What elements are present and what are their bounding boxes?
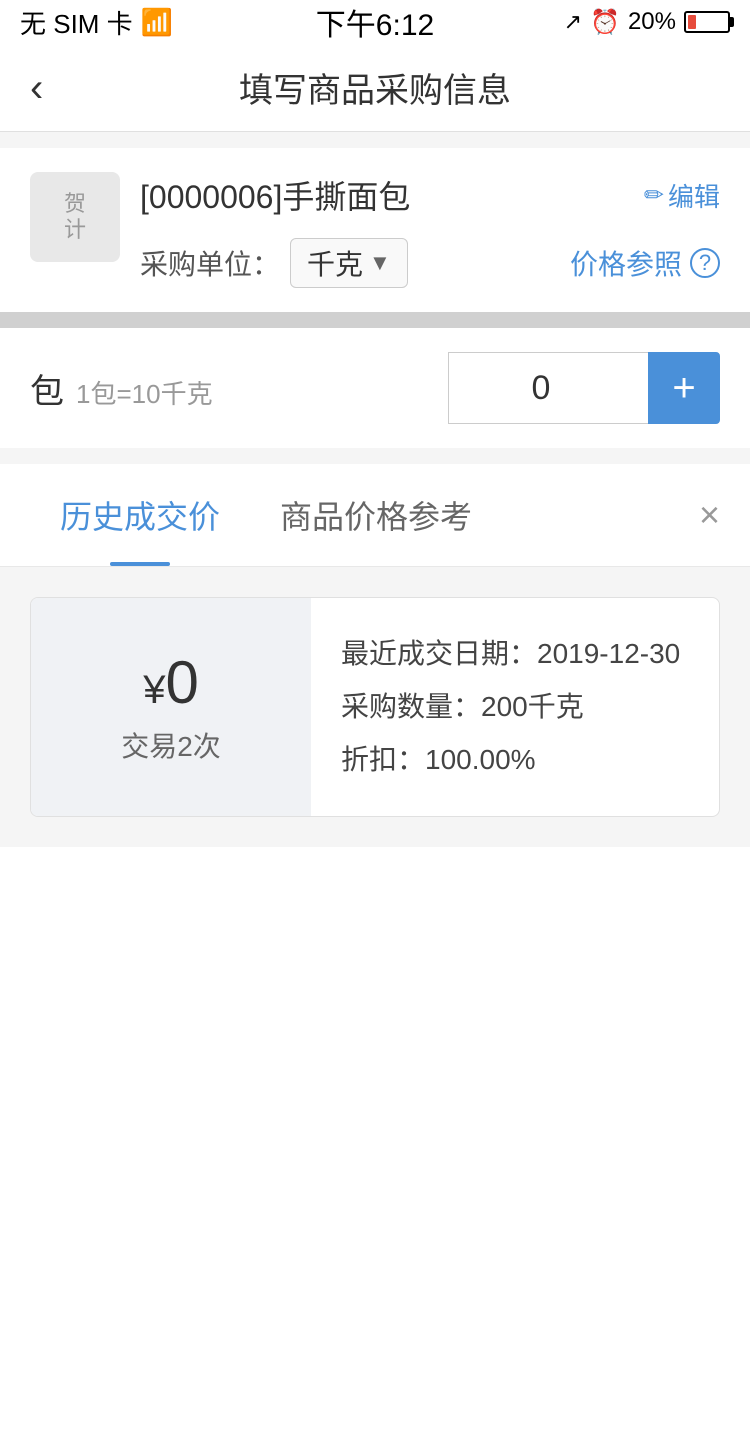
product-id: [0000006] — [140, 179, 282, 215]
tab-price-ref-label: 商品价格参考 — [280, 499, 472, 535]
unit-select[interactable]: 千克 ▼ — [290, 238, 408, 288]
location-icon: ↗ — [564, 9, 582, 35]
status-time: 下午6:12 — [316, 0, 434, 44]
purchase-qty-item: 采购数量：200千克 — [341, 687, 689, 726]
trade-count: 交易2次 — [121, 725, 221, 765]
help-icon: ? — [690, 248, 720, 278]
status-left: 无 SIM 卡 📶 — [20, 4, 173, 41]
price-ref-label: 价格参照 — [570, 243, 682, 283]
product-card: 贺 计 [0000006]手撕面包 ✏ 编辑 采购单位： 千克 ▼ — [0, 148, 750, 312]
product-name: [0000006]手撕面包 — [140, 172, 410, 218]
price-value: 0 — [165, 649, 198, 716]
logo-text: 贺 计 — [64, 191, 86, 244]
wifi-icon: 📶 — [141, 7, 173, 38]
product-title: 手撕面包 — [282, 179, 410, 215]
edit-button[interactable]: ✏ 编辑 — [644, 177, 720, 214]
quantity-input[interactable] — [448, 352, 648, 424]
discount-item: 折扣：100.00% — [341, 740, 689, 779]
tab-price-ref[interactable]: 商品价格参考 — [250, 464, 502, 566]
purchase-qty-label: 采购数量： — [341, 691, 481, 722]
page-title: 填写商品采购信息 — [239, 63, 511, 112]
trade-price: ¥0 — [143, 648, 199, 717]
product-unit-row: 采购单位： 千克 ▼ 价格参照 ? — [140, 238, 720, 288]
product-info: [0000006]手撕面包 ✏ 编辑 采购单位： 千克 ▼ 价格参照 — [140, 172, 720, 288]
trade-price-section: ¥0 交易2次 — [31, 598, 311, 816]
edit-label: 编辑 — [668, 177, 720, 214]
quantity-row: 包 1包=10千克 + — [0, 328, 750, 448]
nav-bar: ‹ 填写商品采购信息 — [0, 44, 750, 132]
carrier-text: 无 SIM 卡 — [20, 4, 133, 41]
bottom-space — [0, 847, 750, 1447]
discount-value: 100.00% — [425, 744, 536, 775]
edit-icon: ✏ — [644, 181, 664, 210]
purchase-qty-value: 200千克 — [481, 691, 584, 722]
quantity-label: 包 1包=10千克 — [30, 364, 213, 413]
status-right: ↗ ⏰ 20% — [564, 8, 730, 37]
tab-close-button[interactable]: × — [699, 494, 720, 536]
unit-label: 采购单位： — [140, 243, 280, 283]
trade-card: ¥0 交易2次 最近成交日期：2019-12-30 采购数量：200千克 折扣：… — [30, 597, 720, 817]
trade-details: 最近成交日期：2019-12-30 采购数量：200千克 折扣：100.00% — [311, 598, 719, 816]
battery-icon — [684, 11, 730, 33]
divider-gray — [0, 312, 750, 328]
unit-value: 千克 — [307, 243, 363, 283]
tab-history-label: 历史成交价 — [60, 499, 220, 535]
product-name-row: [0000006]手撕面包 ✏ 编辑 — [140, 172, 720, 218]
battery-percent: 20% — [628, 8, 676, 36]
back-button[interactable]: ‹ — [30, 68, 43, 108]
panel-tabs: 历史成交价 商品价格参考 × — [0, 464, 750, 567]
quantity-controls: + — [448, 352, 720, 424]
alarm-icon: ⏰ — [590, 8, 620, 37]
tab-history[interactable]: 历史成交价 — [30, 464, 250, 566]
yen-symbol: ¥ — [143, 668, 165, 712]
quantity-plus-button[interactable]: + — [648, 352, 720, 424]
recent-date-item: 最近成交日期：2019-12-30 — [341, 634, 689, 673]
price-ref-button[interactable]: 价格参照 ? — [570, 243, 720, 283]
product-header: 贺 计 [0000006]手撕面包 ✏ 编辑 采购单位： 千克 ▼ — [30, 172, 720, 288]
qty-conversion: 1包=10千克 — [76, 374, 213, 411]
recent-date-label: 最近成交日期： — [341, 638, 537, 669]
recent-date-value: 2019-12-30 — [537, 638, 680, 669]
status-bar: 无 SIM 卡 📶 下午6:12 ↗ ⏰ 20% — [0, 0, 750, 44]
qty-unit: 包 — [30, 364, 64, 413]
product-logo: 贺 计 — [30, 172, 120, 262]
discount-label: 折扣： — [341, 744, 425, 775]
plus-icon: + — [672, 366, 695, 411]
unit-arrow-icon: ▼ — [369, 250, 391, 276]
